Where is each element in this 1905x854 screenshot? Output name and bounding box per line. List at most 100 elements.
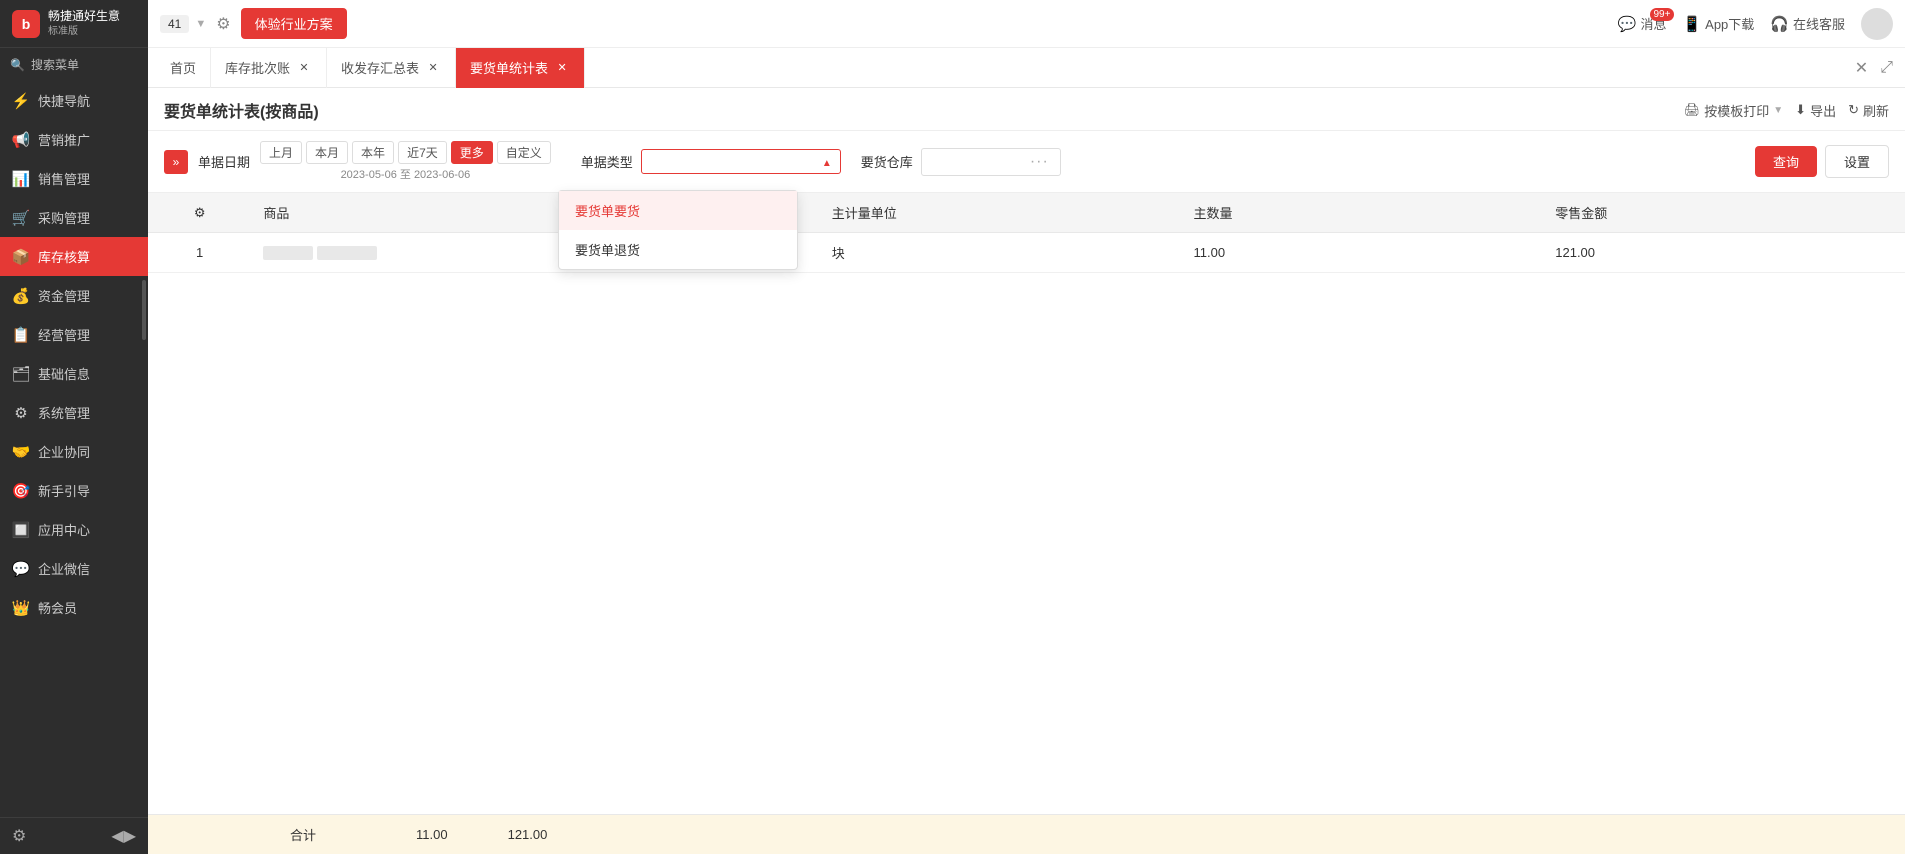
filter-bar: » 单据日期 上月 本月 本年 近7天 更多 自定义 2023-05-06 至 … (148, 131, 1905, 193)
main: 41 ▼ ⚙ 体验行业方案 💬 消息 99+ 📱 App下载 🎧 在线客服 首页 (148, 0, 1905, 854)
logo-text: 畅捷通好生意 标准版 (48, 9, 120, 38)
finance-icon: 💰 (12, 287, 30, 305)
sidebar-footer: ⚙ ◀▶ (0, 817, 148, 854)
operation-icon: 📋 (12, 326, 30, 344)
dropdown-item-order-goods[interactable]: 要货单要货 (559, 191, 797, 230)
sidebar-item-quick-nav[interactable]: ⚡ 快捷导航 (0, 81, 148, 120)
sidebar-search[interactable]: 🔍 搜索菜单 (0, 48, 148, 81)
query-btn[interactable]: 查询 (1755, 146, 1817, 177)
settings-icon[interactable]: ⚙ (12, 826, 26, 846)
type-input-field[interactable] (650, 154, 816, 169)
type-input[interactable] (641, 149, 841, 174)
page-title: 要货单统计表(按商品) (164, 98, 319, 122)
tab-shipment-summary[interactable]: 收发存汇总表 ✕ (327, 48, 456, 88)
sales-icon: 📊 (12, 170, 30, 188)
member-icon: 👑 (12, 599, 30, 617)
tab-order-stats[interactable]: 要货单统计表 ✕ (456, 48, 585, 88)
logo-icon: b (12, 10, 40, 38)
date-value: 2023-05-06 至 2023-06-06 (341, 166, 471, 182)
system-icon: ⚙ (12, 404, 30, 422)
col-settings-icon: ⚙ (194, 205, 206, 220)
date-label: 单据日期 (198, 152, 250, 171)
app-center-icon: 🔲 (12, 521, 30, 539)
messages-btn[interactable]: 💬 消息 99+ (1618, 14, 1667, 33)
marketing-icon: 📢 (12, 131, 30, 149)
export-btn[interactable]: ⬇ 导出 (1795, 101, 1836, 120)
warehouse-input[interactable] (921, 148, 1061, 176)
basic-icon: 🗂 (12, 365, 30, 383)
enterprise-icon: 🤝 (12, 443, 30, 461)
tab-bar-right: ✕ ⤢ (1851, 54, 1905, 82)
col-unit-header: 主计量单位 (820, 193, 1182, 233)
date-btn-more[interactable]: 更多 (451, 141, 493, 164)
service-icon: 🎧 (1770, 15, 1789, 33)
logo: b 畅捷通好生意 标准版 (0, 0, 148, 48)
sidebar-item-app-center[interactable]: 🔲 应用中心 (0, 510, 148, 549)
avatar[interactable] (1861, 8, 1893, 40)
cell-quantity: 11.00 (1182, 233, 1544, 273)
sidebar-item-system[interactable]: ⚙ 系统管理 (0, 393, 148, 432)
search-icon: 🔍 (10, 58, 25, 72)
industry-btn[interactable]: 体验行业方案 (241, 8, 347, 39)
date-btns: 上月 本月 本年 近7天 更多 自定义 (260, 141, 551, 164)
store-selector[interactable]: 41 ▼ (160, 15, 206, 33)
store-dropdown-icon: ▼ (195, 18, 206, 30)
settings-btn[interactable]: 设置 (1825, 145, 1889, 178)
footer-amount: 121.00 (508, 827, 548, 842)
cell-amount: 121.00 (1543, 233, 1905, 273)
sidebar-item-operation[interactable]: 📋 经营管理 (0, 315, 148, 354)
tab-close-order[interactable]: ✕ (554, 60, 570, 76)
date-btn-this-month[interactable]: 本月 (306, 141, 348, 164)
type-label: 单据类型 (581, 152, 633, 171)
date-btn-last7[interactable]: 近7天 (398, 141, 447, 164)
tab-bar: 首页 库存批次账 ✕ 收发存汇总表 ✕ 要货单统计表 ✕ ✕ ⤢ (148, 48, 1905, 88)
settings-gear-icon[interactable]: ⚙ (216, 14, 230, 34)
tab-close-batch[interactable]: ✕ (296, 60, 312, 76)
date-btn-last-month[interactable]: 上月 (260, 141, 302, 164)
date-range: 上月 本月 本年 近7天 更多 自定义 2023-05-06 至 2023-06… (260, 141, 551, 182)
page-header-actions: 🖨 按模板打印 ▼ ⬇ 导出 ↻ 刷新 (1684, 101, 1889, 120)
tab-expand-icon[interactable]: ⤢ (1876, 55, 1897, 81)
table-footer: 合计 11.00 121.00 (148, 814, 1905, 854)
app-download-btn[interactable]: 📱 App下载 (1682, 14, 1754, 33)
cell-unit: 块 (820, 233, 1182, 273)
sidebar-item-basic[interactable]: 🗂 基础信息 (0, 354, 148, 393)
download-icon: 📱 (1682, 15, 1701, 33)
sidebar-item-member[interactable]: 👑 畅会员 (0, 588, 148, 627)
sidebar: b 畅捷通好生意 标准版 🔍 搜索菜单 ⚡ 快捷导航 📢 营销推广 📊 销售管理… (0, 0, 148, 854)
warehouse-label: 要货仓库 (861, 152, 913, 171)
sidebar-item-enterprise[interactable]: 🤝 企业协同 (0, 432, 148, 471)
cell-seq: 1 (148, 233, 251, 273)
tab-close-all-icon[interactable]: ✕ (1851, 54, 1872, 82)
refresh-btn[interactable]: ↻ 刷新 (1848, 101, 1889, 120)
refresh-icon: ↻ (1848, 102, 1859, 118)
sidebar-item-sales[interactable]: 📊 销售管理 (0, 159, 148, 198)
type-dropdown-up-icon[interactable] (822, 154, 832, 169)
date-btn-custom[interactable]: 自定义 (497, 141, 551, 164)
export-icon: ⬇ (1795, 102, 1806, 118)
sidebar-item-wechat[interactable]: 💬 企业微信 (0, 549, 148, 588)
sidebar-nav: ⚡ 快捷导航 📢 营销推广 📊 销售管理 🛒 采购管理 📦 库存核算 💰 资金管… (0, 81, 148, 817)
filter-warehouse-group: 要货仓库 (861, 148, 1061, 176)
filter-actions: 查询 设置 (1755, 145, 1889, 178)
top-header: 41 ▼ ⚙ 体验行业方案 💬 消息 99+ 📱 App下载 🎧 在线客服 (148, 0, 1905, 48)
footer-quantity: 11.00 (416, 827, 448, 842)
filter-expand-btn[interactable]: » (164, 150, 188, 174)
sidebar-item-newbie[interactable]: 🎯 新手引导 (0, 471, 148, 510)
inventory-icon: 📦 (12, 248, 30, 266)
tab-close-shipment[interactable]: ✕ (425, 60, 441, 76)
tab-batch-account[interactable]: 库存批次账 ✕ (211, 48, 327, 88)
col-settings-header[interactable]: ⚙ (148, 193, 251, 233)
warehouse-input-field[interactable] (930, 154, 1030, 169)
online-service-btn[interactable]: 🎧 在线客服 (1770, 14, 1845, 33)
sidebar-item-marketing[interactable]: 📢 营销推广 (0, 120, 148, 159)
dropdown-item-order-return[interactable]: 要货单退货 (559, 230, 797, 269)
sidebar-item-inventory[interactable]: 📦 库存核算 (0, 237, 148, 276)
print-template-btn[interactable]: 🖨 按模板打印 ▼ (1684, 101, 1783, 120)
tab-home[interactable]: 首页 (156, 48, 211, 88)
sidebar-item-finance[interactable]: 💰 资金管理 (0, 276, 148, 315)
sidebar-item-purchase[interactable]: 🛒 采购管理 (0, 198, 148, 237)
message-icon: 💬 (1618, 15, 1637, 33)
collapse-icon[interactable]: ◀▶ (111, 826, 136, 846)
date-btn-this-year[interactable]: 本年 (352, 141, 394, 164)
